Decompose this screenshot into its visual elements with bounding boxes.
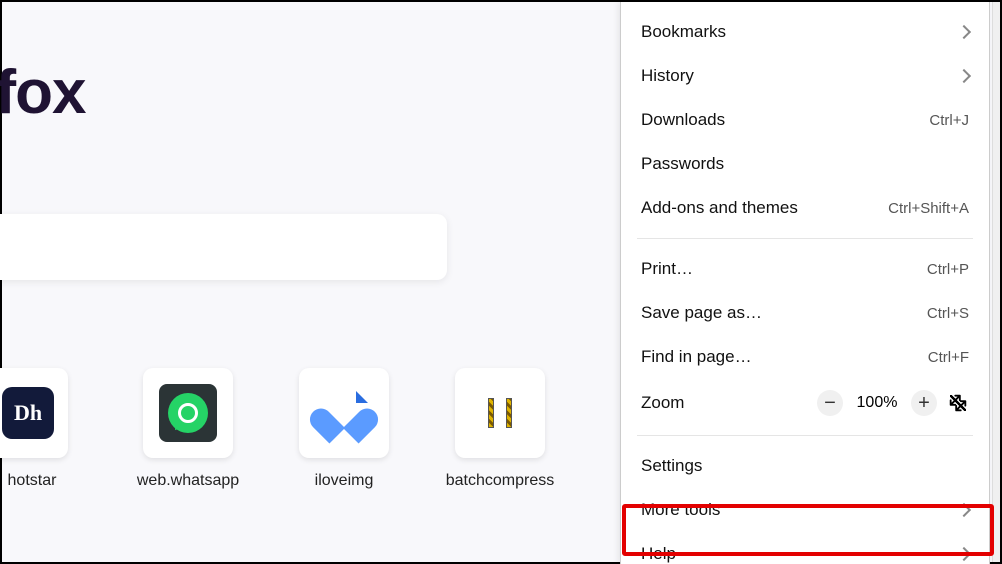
menu-shortcut: Ctrl+Shift+A xyxy=(888,200,969,217)
menu-print[interactable]: Print… Ctrl+P xyxy=(621,247,989,291)
menu-history[interactable]: History xyxy=(621,54,989,98)
compress-icon xyxy=(488,398,512,428)
menu-addons[interactable]: Add-ons and themes Ctrl+Shift+A xyxy=(621,186,989,230)
menu-label: Downloads xyxy=(641,110,725,130)
menu-label: Help xyxy=(641,544,676,564)
shortcut-label: iloveimg xyxy=(315,472,374,490)
menu-label: Print… xyxy=(641,259,693,279)
chevron-right-icon xyxy=(957,69,971,83)
shortcut-label: web.whatsapp xyxy=(137,472,239,490)
menu-label: Zoom xyxy=(641,393,684,413)
menu-shortcut: Ctrl+J xyxy=(929,112,969,129)
menu-passwords[interactable]: Passwords xyxy=(621,142,989,186)
menu-label: Save page as… xyxy=(641,303,762,323)
shortcut-label: batchcompress xyxy=(446,472,555,490)
shortcut-whatsapp[interactable]: web.whatsapp xyxy=(138,368,238,490)
chevron-right-icon xyxy=(957,25,971,39)
menu-shortcut: Ctrl+S xyxy=(927,305,969,322)
shortcut-hotstar[interactable]: Dh hotstar xyxy=(0,368,82,490)
menu-zoom: Zoom − 100% + xyxy=(621,379,989,427)
whatsapp-icon xyxy=(159,384,217,442)
shortcut-batchcompress[interactable]: batchcompress xyxy=(450,368,550,490)
menu-shortcut: Ctrl+P xyxy=(927,261,969,278)
menu-settings[interactable]: Settings xyxy=(621,444,989,488)
menu-more-tools[interactable]: More tools xyxy=(621,488,989,532)
menu-downloads[interactable]: Downloads Ctrl+J xyxy=(621,98,989,142)
fullscreen-icon[interactable] xyxy=(947,392,969,414)
search-input[interactable] xyxy=(0,214,447,280)
chevron-right-icon xyxy=(957,547,971,561)
heart-icon xyxy=(323,394,365,432)
disney-hotstar-icon: Dh xyxy=(2,387,54,439)
shortcut-tile xyxy=(299,368,389,458)
app-menu-panel: Bookmarks History Downloads Ctrl+J Passw… xyxy=(620,2,990,564)
zoom-out-button[interactable]: − xyxy=(817,390,843,416)
zoom-level: 100% xyxy=(853,394,901,412)
top-sites: Dh hotstar web.whatsapp iloveimg batchco… xyxy=(0,368,550,490)
shortcut-label: hotstar xyxy=(8,472,57,490)
menu-shortcut: Ctrl+F xyxy=(928,349,969,366)
chevron-right-icon xyxy=(957,503,971,517)
menu-label: Add-ons and themes xyxy=(641,198,798,218)
menu-label: Passwords xyxy=(641,154,724,174)
firefox-wordmark: efox xyxy=(0,57,85,128)
menu-help[interactable]: Help xyxy=(621,532,989,564)
menu-bookmarks[interactable]: Bookmarks xyxy=(621,10,989,54)
shortcut-iloveimg[interactable]: iloveimg xyxy=(294,368,394,490)
menu-label: Settings xyxy=(641,456,702,476)
menu-label: More tools xyxy=(641,500,720,520)
menu-label: Bookmarks xyxy=(641,22,726,42)
shortcut-tile xyxy=(143,368,233,458)
scrollbar-track[interactable] xyxy=(992,2,1000,562)
shortcut-tile xyxy=(455,368,545,458)
menu-label: Find in page… xyxy=(641,347,752,367)
shortcut-tile: Dh xyxy=(0,368,68,458)
menu-find-in-page[interactable]: Find in page… Ctrl+F xyxy=(621,335,989,379)
menu-label: History xyxy=(641,66,694,86)
zoom-in-button[interactable]: + xyxy=(911,390,937,416)
menu-save-page[interactable]: Save page as… Ctrl+S xyxy=(621,291,989,335)
